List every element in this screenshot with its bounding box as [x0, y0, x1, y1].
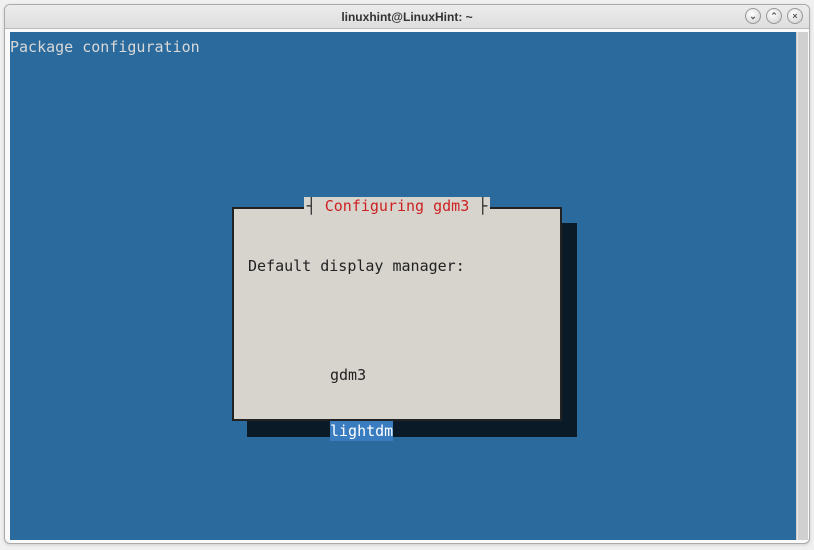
terminal-window: linuxhint@LinuxHint: ~ ⌄ ⌃ × Package con… [4, 4, 810, 544]
dialog-title: Configuring gdm3 [304, 197, 491, 215]
dialog-prompt: Default display manager: [248, 257, 546, 275]
scrollbar[interactable] [796, 32, 808, 540]
minimize-button[interactable]: ⌄ [745, 8, 761, 24]
option-gdm3[interactable]: gdm3 [330, 365, 366, 385]
package-configuration-header: Package configuration [10, 38, 200, 56]
close-icon: × [792, 12, 797, 21]
dialog-title-wrap: Configuring gdm3 [234, 197, 560, 215]
scrollbar-thumb[interactable] [798, 32, 808, 540]
terminal-area[interactable]: Package configuration Configuring gdm3 D… [10, 32, 804, 540]
maximize-icon: ⌃ [770, 12, 778, 21]
titlebar[interactable]: linuxhint@LinuxHint: ~ ⌄ ⌃ × [5, 5, 809, 29]
dialog-options: gdm3 lightdm [330, 329, 546, 477]
window-title: linuxhint@LinuxHint: ~ [341, 10, 472, 24]
config-dialog: Configuring gdm3 Default display manager… [232, 207, 562, 421]
minimize-icon: ⌄ [749, 12, 757, 21]
maximize-button[interactable]: ⌃ [766, 8, 782, 24]
dialog-body: Default display manager: gdm3 lightdm <O… [234, 209, 560, 544]
close-button[interactable]: × [787, 8, 803, 24]
window-controls: ⌄ ⌃ × [745, 8, 803, 24]
option-lightdm[interactable]: lightdm [330, 421, 393, 441]
